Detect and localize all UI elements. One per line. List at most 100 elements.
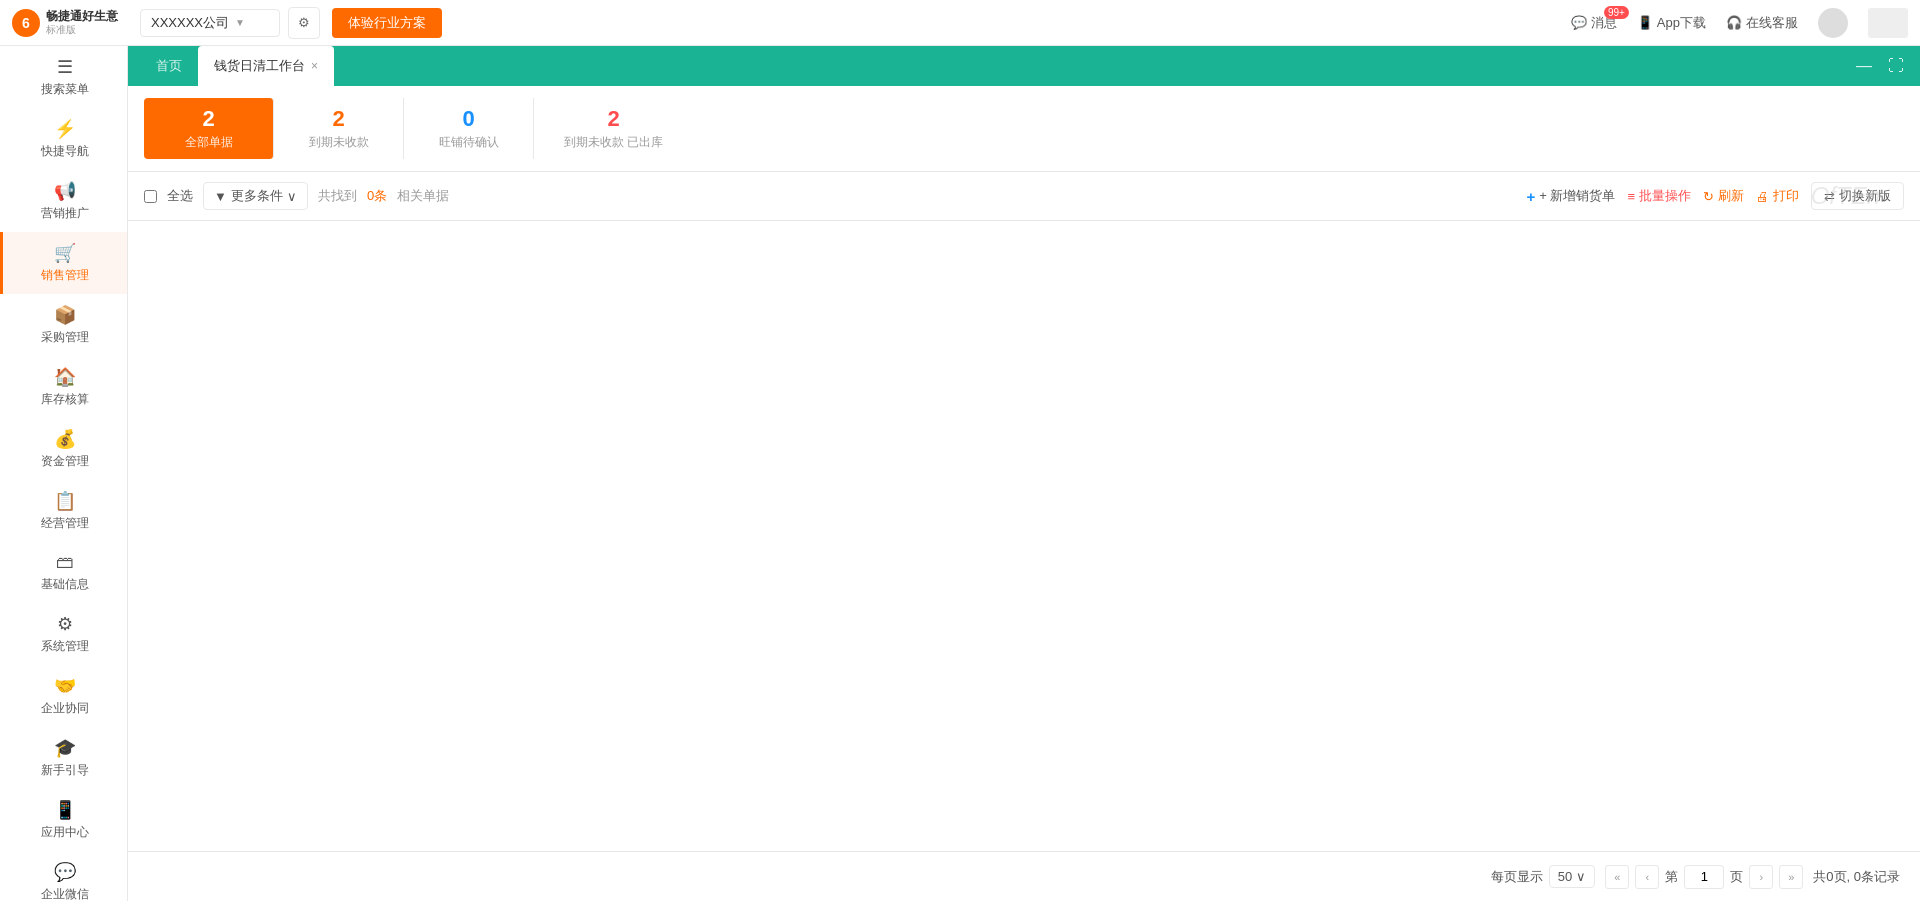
sidebar-item-6[interactable]: 💰资金管理 [0,418,127,480]
switch-version-button[interactable]: ⇄ 切换新版 [1811,182,1904,210]
sidebar-item-5[interactable]: 🏠 库存核算 [0,356,127,418]
tab-maximize-icon[interactable]: ⛶ [1884,53,1908,79]
company-name: XXXXXX公司 [151,14,229,32]
sidebar: ☰搜索菜单 ⚡ 快捷导航 📢 营销推广 🛒销售管理📦采购管理 🏠 库存核算 💰资金管理📋经营管理… [0,46,128,901]
sidebar-item-10[interactable]: 🤝企业协同 [0,665,127,727]
right-panel: 首页 钱货日清工作台 × — ⛶ 2 全部单据 2 到期未收款 0 旺铺待确认 2到期未收款… [128,46,1920,901]
sidebar-icon-2: 📢 [54,180,76,202]
sidebar-icon-1: ⚡ [54,118,76,140]
top-header: 6 畅捷通好生意 标准版 XXXXXX公司 ▼ ⚙ 体验行业方案 💬 消息 99… [0,0,1920,46]
messages-item[interactable]: 💬 消息 99+ [1571,14,1617,32]
stat-number-0: 2 [202,106,214,132]
stat-label-3: 到期未收款 已出库 [564,134,663,151]
tab-close-icon[interactable]: × [311,59,318,73]
batch-button[interactable]: ≡ 批量操作 [1627,187,1691,205]
sidebar-label-0: 搜索菜单 [41,81,89,98]
sidebar-item-2[interactable]: 📢 营销推广 [0,170,127,232]
user-name-area[interactable] [1868,8,1908,38]
sidebar-item-7[interactable]: 📋经营管理 [0,480,127,542]
page-input[interactable] [1684,865,1724,889]
toolbar: 全选 ▼ 更多条件 ∨ 共找到 0条 相关单据 + + 新增销货单 [128,172,1920,221]
stat-card-1[interactable]: 2 到期未收款 [274,98,404,159]
add-icon: + [1526,188,1535,205]
sidebar-label-10: 企业协同 [41,700,89,717]
next-page-button[interactable]: › [1749,865,1773,889]
sidebar-item-13[interactable]: 💬 企业微信 [0,851,127,901]
sidebar-label-1: 快捷导航 [41,143,89,160]
stat-card-2[interactable]: 0 旺铺待确认 [404,98,534,159]
print-label: 打印 [1773,187,1799,205]
tab-main[interactable]: 钱货日清工作台 × [198,46,334,86]
sidebar-label-5: 库存核算 [41,391,89,408]
sidebar-icon-5: 🏠 [54,366,76,388]
tab-home[interactable]: 首页 [140,46,198,86]
first-page-button[interactable]: « [1605,865,1629,889]
sidebar-item-8[interactable]: 🗃基础信息 [0,542,127,603]
stats-row: 2 全部单据 2 到期未收款 0 旺铺待确认 2到期未收款 已出库 [128,86,1920,172]
found-suffix: 相关单据 [397,187,449,205]
online-service-item[interactable]: 🎧 在线客服 [1726,14,1798,32]
sidebar-item-11[interactable]: 🎓新手引导 [0,727,127,789]
online-service-label: 在线客服 [1746,14,1798,32]
switch-label: 切换新版 [1839,187,1891,205]
select-all-checkbox[interactable] [144,190,157,203]
tab-main-label: 钱货日清工作台 [214,57,305,75]
layout: ☰搜索菜单 ⚡ 快捷导航 📢 营销推广 🛒销售管理📦采购管理 🏠 库存核算 💰资金管理📋经营管理… [0,46,1920,901]
logo-icon: 6 [12,9,40,37]
sidebar-item-0[interactable]: ☰搜索菜单 [0,46,127,108]
per-page-value: 50 [1558,869,1572,884]
add-button[interactable]: + + 新增销货单 [1526,187,1615,205]
tab-minimize-icon[interactable]: — [1852,53,1876,79]
experience-button[interactable]: 体验行业方案 [332,8,442,38]
sidebar-label-2: 营销推广 [41,205,89,222]
tab-home-label: 首页 [156,57,182,75]
logo-main: 畅捷通好生意 [46,9,118,23]
sidebar-item-3[interactable]: 🛒销售管理 [0,232,127,294]
stat-label-2: 旺铺待确认 [439,134,499,151]
settings-button[interactable]: ⚙ [288,7,320,39]
prev-page-button[interactable]: ‹ [1635,865,1659,889]
refresh-button[interactable]: ↻ 刷新 [1703,187,1744,205]
add-label: + 新增销货单 [1539,187,1615,205]
page-size-box[interactable]: 50 ∨ [1549,865,1595,888]
sidebar-item-9[interactable]: ⚙ 系统管理 [0,603,127,665]
sidebar-label-8: 基础信息 [41,576,89,593]
filter-label: 更多条件 [231,187,283,205]
sidebar-icon-9: ⚙ [57,613,73,635]
batch-icon: ≡ [1627,189,1635,204]
print-button[interactable]: 🖨 打印 [1756,187,1799,205]
filter-arrow-icon: ∨ [287,189,297,204]
app-download-item[interactable]: 📱 App下载 [1637,14,1706,32]
stat-number-2: 0 [462,106,474,132]
message-icon: 💬 [1571,15,1587,30]
select-all-label: 全选 [167,187,193,205]
per-page-label: 每页显示 [1491,868,1543,886]
stat-label-0: 全部单据 [185,134,233,151]
stat-card-3[interactable]: 2到期未收款 已出库 [534,98,693,159]
company-selector[interactable]: XXXXXX公司 ▼ [140,9,280,37]
avatar[interactable] [1818,8,1848,38]
stat-label-1: 到期未收款 [309,134,369,151]
sidebar-label-13: 企业微信 [41,886,89,901]
last-page-button[interactable]: » [1779,865,1803,889]
page-size-select: 每页显示 50 ∨ [1491,865,1595,888]
tab-bar-right: — ⛶ [1852,53,1908,79]
sidebar-icon-13: 💬 [54,861,76,883]
page-suffix: 页 [1730,868,1743,886]
sidebar-item-12[interactable]: 📱应用中心 [0,789,127,851]
header-right: 💬 消息 99+ 📱 App下载 🎧 在线客服 [1571,8,1908,38]
sidebar-icon-12: 📱 [54,799,76,821]
sidebar-item-1[interactable]: ⚡ 快捷导航 [0,108,127,170]
sidebar-label-6: 资金管理 [41,453,89,470]
tab-bar: 首页 钱货日清工作台 × — ⛶ [128,46,1920,86]
sidebar-icon-7: 📋 [54,490,76,512]
stat-card-0[interactable]: 2 全部单据 [144,98,274,159]
found-prefix: 共找到 [318,187,357,205]
sidebar-item-4[interactable]: 📦采购管理 [0,294,127,356]
filter-button[interactable]: ▼ 更多条件 ∨ [203,182,308,210]
phone-icon: 📱 [1637,15,1653,30]
gear-icon: ⚙ [298,15,310,30]
sidebar-label-9: 系统管理 [41,638,89,655]
stat-number-1: 2 [332,106,344,132]
toolbar-left: 全选 ▼ 更多条件 ∨ 共找到 0条 相关单据 [144,182,1514,210]
